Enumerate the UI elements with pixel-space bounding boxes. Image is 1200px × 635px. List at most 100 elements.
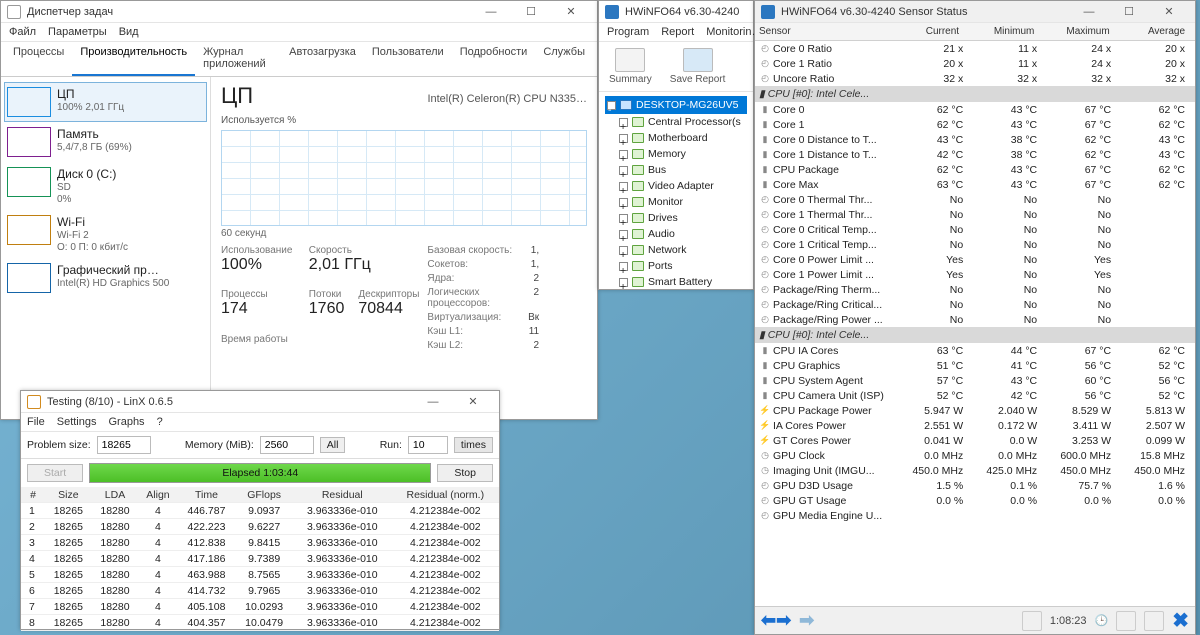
tab-details[interactable]: Подробности bbox=[452, 42, 536, 76]
sensor-row[interactable]: ▮CPU Graphics51 °C41 °C56 °C52 °C bbox=[755, 358, 1195, 373]
tree-node[interactable]: +Monitor bbox=[605, 194, 747, 210]
tab-performance[interactable]: Производительность bbox=[72, 42, 195, 76]
tree-root[interactable]: -DESKTOP-MG26UV5 bbox=[605, 96, 747, 114]
menu-file[interactable]: Файл bbox=[9, 26, 36, 38]
sensor-row[interactable]: ▮Core 0 Distance to T...43 °C38 °C62 °C4… bbox=[755, 132, 1195, 147]
sidebar-item-disk[interactable]: Диск 0 (C:)SD0% bbox=[5, 163, 206, 209]
problem-size-input[interactable] bbox=[97, 436, 151, 454]
footer-icon-1[interactable] bbox=[1022, 611, 1042, 631]
close-button[interactable]: ✕ bbox=[551, 2, 591, 22]
nav-fwd-icon[interactable]: ➡ bbox=[799, 610, 814, 631]
sensor-row[interactable]: ▮CPU Camera Unit (ISP)52 °C42 °C56 °C52 … bbox=[755, 388, 1195, 403]
tab-processes[interactable]: Процессы bbox=[5, 42, 72, 76]
col-maximum[interactable]: Maximum bbox=[1040, 26, 1115, 37]
col-header[interactable]: GFlops bbox=[235, 487, 293, 503]
tab-users[interactable]: Пользователи bbox=[364, 42, 452, 76]
tree-node[interactable]: +Audio bbox=[605, 226, 747, 242]
menu-view[interactable]: Вид bbox=[119, 26, 139, 38]
run-input[interactable] bbox=[408, 436, 448, 454]
minimize-button[interactable]: — bbox=[1069, 2, 1109, 22]
sensor-row[interactable]: ⚡IA Cores Power2.551 W0.172 W3.411 W2.50… bbox=[755, 418, 1195, 433]
close-button[interactable]: ✕ bbox=[453, 392, 493, 412]
col-header[interactable]: # bbox=[21, 487, 45, 503]
sensor-row[interactable]: ▮Core 162 °C43 °C67 °C62 °C bbox=[755, 117, 1195, 132]
sensor-row[interactable]: ◴Core 0 Ratio21 x11 x24 x20 x bbox=[755, 41, 1195, 56]
sensor-row[interactable]: ◴Core 0 Power Limit ...YesNoYes bbox=[755, 252, 1195, 267]
sensor-row[interactable]: ◴GPU GT Usage0.0 %0.0 %0.0 %0.0 % bbox=[755, 493, 1195, 508]
tree-node[interactable]: +Central Processor(s bbox=[605, 114, 747, 130]
tree-node[interactable]: +Drives bbox=[605, 210, 747, 226]
sensor-row[interactable]: ◴Package/Ring Critical...NoNoNo bbox=[755, 297, 1195, 312]
minimize-button[interactable]: — bbox=[413, 392, 453, 412]
all-button[interactable]: All bbox=[320, 437, 346, 453]
tree-node[interactable]: +Video Adapter bbox=[605, 178, 747, 194]
tree-node[interactable]: +Memory bbox=[605, 146, 747, 162]
col-average[interactable]: Average bbox=[1116, 26, 1191, 37]
sensor-row[interactable]: ◴Core 0 Critical Temp...NoNoNo bbox=[755, 222, 1195, 237]
summary-button[interactable]: Summary bbox=[609, 48, 652, 85]
maximize-button[interactable]: ☐ bbox=[1109, 2, 1149, 22]
tree-node[interactable]: +Network bbox=[605, 242, 747, 258]
sensor-row[interactable]: ▮Core Max63 °C43 °C67 °C62 °C bbox=[755, 177, 1195, 192]
sensor-row[interactable]: ◷GPU Clock0.0 MHz0.0 MHz600.0 MHz15.8 MH… bbox=[755, 448, 1195, 463]
tm-titlebar[interactable]: Диспетчер задач — ☐ ✕ bbox=[1, 1, 597, 23]
menu-report[interactable]: Report bbox=[661, 26, 694, 38]
sensor-row[interactable]: ◴Core 0 Thermal Thr...NoNoNo bbox=[755, 192, 1195, 207]
close-button[interactable]: ✕ bbox=[1149, 2, 1189, 22]
col-minimum[interactable]: Minimum bbox=[965, 26, 1040, 37]
footer-icon-2[interactable] bbox=[1116, 611, 1136, 631]
sidebar-item-mem[interactable]: Память5,4/7,8 ГБ (69%) bbox=[5, 123, 206, 161]
col-sensor[interactable]: Sensor bbox=[759, 26, 890, 37]
menu-program[interactable]: Program bbox=[607, 26, 649, 38]
col-header[interactable]: LDA bbox=[92, 487, 139, 503]
sensor-row[interactable]: ⚡GT Cores Power0.041 W0.0 W3.253 W0.099 … bbox=[755, 433, 1195, 448]
tree-node[interactable]: +Motherboard bbox=[605, 130, 747, 146]
col-header[interactable]: Residual (norm.) bbox=[392, 487, 499, 503]
menu-help[interactable]: ? bbox=[157, 416, 163, 428]
tree-node[interactable]: +Bus bbox=[605, 162, 747, 178]
tab-apphistory[interactable]: Журнал приложений bbox=[195, 42, 281, 76]
nav-back-icon[interactable]: ⬅➡ bbox=[761, 610, 791, 631]
sidebar-item-gpu[interactable]: Графический пр…Intel(R) HD Graphics 500 bbox=[5, 259, 206, 297]
sensor-row[interactable]: ◴Core 1 Critical Temp...NoNoNo bbox=[755, 237, 1195, 252]
tab-services[interactable]: Службы bbox=[535, 42, 593, 76]
sensor-row[interactable]: ◴Core 1 Thermal Thr...NoNoNo bbox=[755, 207, 1195, 222]
sensor-row[interactable]: ◴Uncore Ratio32 x32 x32 x32 x bbox=[755, 71, 1195, 86]
sensor-row[interactable]: ◴Package/Ring Power ...NoNoNo bbox=[755, 312, 1195, 327]
tree-node[interactable]: +Ports bbox=[605, 258, 747, 274]
menu-settings[interactable]: Settings bbox=[57, 416, 97, 428]
sensor-row[interactable]: ◷Imaging Unit (IMGU...450.0 MHz425.0 MHz… bbox=[755, 463, 1195, 478]
linx-titlebar[interactable]: Testing (8/10) - LinX 0.6.5 — ✕ bbox=[21, 391, 499, 413]
menu-file[interactable]: File bbox=[27, 416, 45, 428]
menu-graphs[interactable]: Graphs bbox=[108, 416, 144, 428]
hw-tree[interactable]: -DESKTOP-MG26UV5 +Central Processor(s+Mo… bbox=[599, 92, 753, 294]
sensor-row[interactable]: ◴GPU Media Engine U... bbox=[755, 508, 1195, 523]
sidebar-item-cpu[interactable]: ЦП100% 2,01 ГГц bbox=[5, 83, 206, 121]
sensor-row[interactable]: ▮CPU System Agent57 °C43 °C60 °C56 °C bbox=[755, 373, 1195, 388]
hw2-titlebar[interactable]: HWiNFO64 v6.30-4240 Sensor Status — ☐ ✕ bbox=[755, 1, 1195, 23]
col-header[interactable]: Align bbox=[138, 487, 177, 503]
sensor-row[interactable]: ▮CPU IA Cores63 °C44 °C67 °C62 °C bbox=[755, 343, 1195, 358]
sidebar-item-wifi[interactable]: Wi-FiWi-Fi 2О: 0 П: 0 кбит/с bbox=[5, 211, 206, 257]
sensor-row[interactable]: ◴Core 1 Ratio20 x11 x24 x20 x bbox=[755, 56, 1195, 71]
col-header[interactable]: Residual bbox=[293, 487, 392, 503]
start-button[interactable]: Start bbox=[27, 464, 83, 482]
col-current[interactable]: Current bbox=[890, 26, 965, 37]
memory-input[interactable] bbox=[260, 436, 314, 454]
col-header[interactable]: Time bbox=[178, 487, 236, 503]
close-x-icon[interactable]: ✖ bbox=[1172, 608, 1189, 633]
footer-icon-3[interactable] bbox=[1144, 611, 1164, 631]
sensor-rows[interactable]: ◴Core 0 Ratio21 x11 x24 x20 x◴Core 1 Rat… bbox=[755, 41, 1195, 601]
maximize-button[interactable]: ☐ bbox=[511, 2, 551, 22]
tree-node[interactable]: +Smart Battery bbox=[605, 274, 747, 290]
menu-params[interactable]: Параметры bbox=[48, 26, 107, 38]
sensor-row[interactable]: ▮CPU Package62 °C43 °C67 °C62 °C bbox=[755, 162, 1195, 177]
hw1-titlebar[interactable]: HWiNFO64 v6.30-4240 bbox=[599, 1, 753, 23]
sensor-row[interactable]: ◴GPU D3D Usage1.5 %0.1 %75.7 %1.6 % bbox=[755, 478, 1195, 493]
sensor-row[interactable]: ▮Core 062 °C43 °C67 °C62 °C bbox=[755, 102, 1195, 117]
sensor-row[interactable]: ⚡CPU Package Power5.947 W2.040 W8.529 W5… bbox=[755, 403, 1195, 418]
stop-button[interactable]: Stop bbox=[437, 464, 493, 482]
sensor-row[interactable]: ◴Core 1 Power Limit ...YesNoYes bbox=[755, 267, 1195, 282]
save-report-button[interactable]: Save Report bbox=[670, 48, 726, 85]
minimize-button[interactable]: — bbox=[471, 2, 511, 22]
